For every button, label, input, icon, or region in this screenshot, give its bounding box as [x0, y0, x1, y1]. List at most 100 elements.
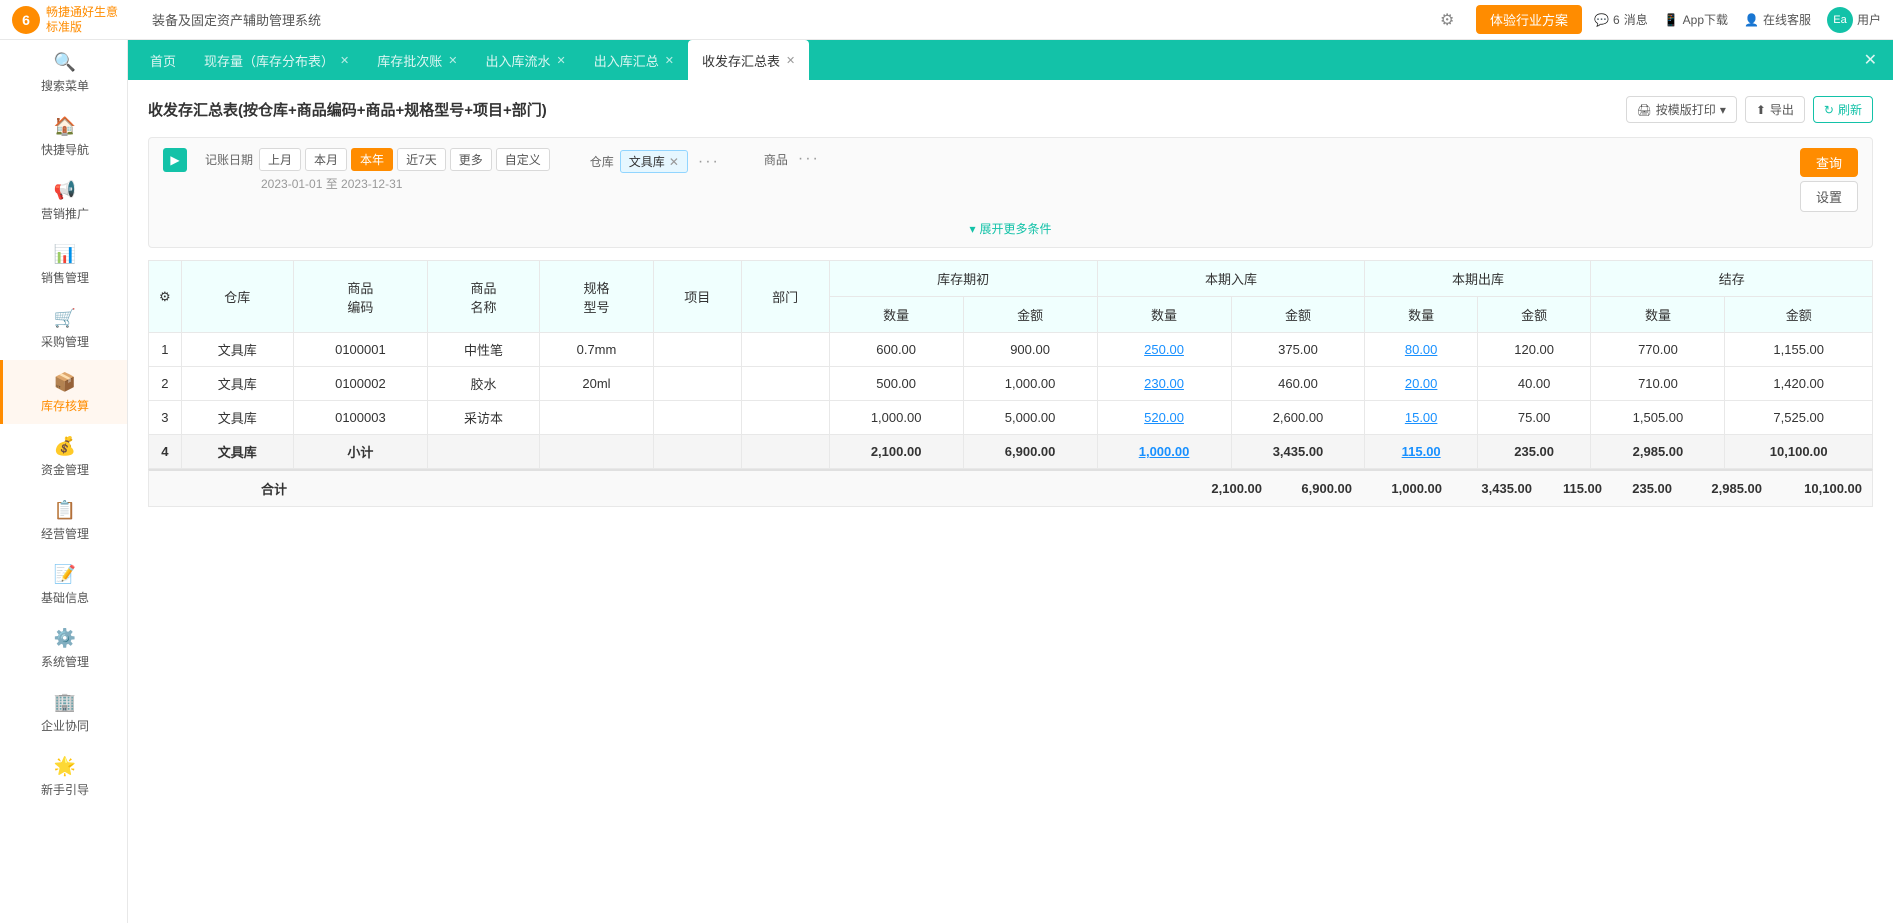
system-icon: ⚙️	[54, 628, 76, 649]
th-goods-code: 商品编码	[293, 261, 427, 333]
tab-batch-account[interactable]: 库存批次账 ✕	[363, 40, 471, 80]
tab-in-out-summary[interactable]: 出入库汇总 ✕	[580, 40, 688, 80]
th-settings[interactable]: ⚙	[149, 261, 182, 333]
th-closing-amt: 金额	[1725, 297, 1873, 333]
logo-area: 6 畅捷通好生意 标准版	[12, 5, 140, 34]
notification-button[interactable]: 💬 6 消息	[1594, 11, 1648, 28]
row3-closing-qty: 1,505.00	[1591, 401, 1725, 435]
row3-in-qty-link[interactable]: 520.00	[1144, 410, 1184, 425]
goods-filter-dots[interactable]: ···	[794, 150, 824, 168]
refresh-button[interactable]: ↻ 刷新	[1813, 96, 1873, 123]
total-in-qty: 1,000.00	[1362, 481, 1442, 496]
export-button[interactable]: ⬆ 导出	[1745, 96, 1805, 123]
warehouse-tag-remove[interactable]: ✕	[669, 155, 679, 169]
try-industry-button[interactable]: 体验行业方案	[1476, 5, 1582, 34]
data-table: ⚙ 仓库 商品编码 商品名称 规格型号 项目 部门 库存期初 本期入库 本期出库…	[148, 260, 1873, 469]
tab-close-batch-account[interactable]: ✕	[448, 54, 457, 67]
online-service-button[interactable]: 👤 在线客服	[1744, 11, 1811, 28]
th-group-opening: 库存期初	[829, 261, 1097, 297]
row1-in-qty: 250.00	[1097, 333, 1231, 367]
row3-out-qty-link[interactable]: 15.00	[1405, 410, 1438, 425]
tab-close-in-out-flow[interactable]: ✕	[557, 54, 566, 67]
total-out-qty: 115.00	[1542, 481, 1602, 496]
query-button[interactable]: 查询	[1800, 148, 1858, 177]
th-goods-spec: 规格型号	[540, 261, 654, 333]
row2-out-qty-link[interactable]: 20.00	[1405, 376, 1438, 391]
th-out-qty: 数量	[1365, 297, 1477, 333]
date-btn-more[interactable]: 更多	[450, 148, 492, 171]
th-goods-name: 商品名称	[427, 261, 539, 333]
date-range: 2023-01-01 至 2023-12-31	[205, 175, 550, 192]
tab-close-all-button[interactable]: ✕	[1856, 46, 1885, 74]
row1-goods-name: 中性笔	[427, 333, 539, 367]
sidebar-item-marketing[interactable]: 📢 营销推广	[0, 168, 127, 232]
tab-close-in-out-summary[interactable]: ✕	[665, 54, 674, 67]
refresh-icon: ↻	[1824, 103, 1834, 117]
row1-out-qty-link[interactable]: 80.00	[1405, 342, 1438, 357]
sidebar-item-operation[interactable]: 📋 经营管理	[0, 488, 127, 552]
page-title-actions: 🖨 按模版打印 ▾ ⬆ 导出 ↻ 刷新	[1626, 96, 1873, 123]
tab-close-receive-send-summary[interactable]: ✕	[786, 54, 795, 67]
print-button[interactable]: 🖨 按模版打印 ▾	[1626, 96, 1737, 123]
row2-in-qty-link[interactable]: 230.00	[1144, 376, 1184, 391]
row1-out-amt: 120.00	[1477, 333, 1591, 367]
row2-warehouse: 文具库	[181, 367, 293, 401]
total-opening-qty: 2,100.00	[1182, 481, 1262, 496]
subtotal-out-qty-link[interactable]: 115.00	[1402, 444, 1441, 459]
row1-in-amt: 375.00	[1231, 333, 1365, 367]
date-btn-custom[interactable]: 自定义	[496, 148, 550, 171]
sidebar-item-search[interactable]: 🔍 搜索菜单	[0, 40, 127, 104]
sidebar-item-basic-info[interactable]: 📝 基础信息	[0, 552, 127, 616]
date-btn-7days[interactable]: 近7天	[397, 148, 446, 171]
date-btn-this-year[interactable]: 本年	[351, 148, 393, 171]
tab-stock-dist[interactable]: 现存量（库存分布表） ✕	[190, 40, 363, 80]
tab-close-stock-dist[interactable]: ✕	[340, 54, 349, 67]
settings-icon[interactable]: ⚙	[1440, 10, 1464, 30]
sidebar: 🔍 搜索菜单 🏠 快捷导航 📢 营销推广 📊 销售管理 🛒 采购管理 📦 库存核…	[0, 40, 128, 923]
sidebar-item-sales[interactable]: 📊 销售管理	[0, 232, 127, 296]
tab-home[interactable]: 首页	[136, 40, 190, 80]
filter-expand-arrow[interactable]: ▶	[163, 148, 187, 172]
total-opening-amt: 6,900.00	[1272, 481, 1352, 496]
sidebar-item-finance[interactable]: 💰 资金管理	[0, 424, 127, 488]
row3-no: 3	[149, 401, 182, 435]
subtotal-spacer4	[741, 435, 829, 469]
chevron-down-icon: ▾	[1720, 103, 1726, 117]
table-row: 1 文具库 0100001 中性笔 0.7mm 600.00 900.00 25…	[149, 333, 1873, 367]
tab-in-out-flow[interactable]: 出入库流水 ✕	[471, 40, 579, 80]
date-btn-this-month[interactable]: 本月	[305, 148, 347, 171]
purchase-icon: 🛒	[54, 308, 76, 329]
logo-text: 畅捷通好生意 标准版	[46, 5, 118, 34]
total-out-amt: 235.00	[1612, 481, 1672, 496]
row3-opening-qty: 1,000.00	[829, 401, 963, 435]
expand-more-conditions[interactable]: ▾ 展开更多条件	[969, 220, 1051, 237]
set-button[interactable]: 设置	[1800, 181, 1858, 212]
sidebar-item-system[interactable]: ⚙️ 系统管理	[0, 616, 127, 680]
row3-goods-code: 0100003	[293, 401, 427, 435]
subtotal-no: 4	[149, 435, 182, 469]
th-opening-qty: 数量	[829, 297, 963, 333]
tab-receive-send-summary[interactable]: 收发存汇总表 ✕	[688, 40, 809, 80]
goods-label: 商品	[764, 151, 788, 168]
row1-in-qty-link[interactable]: 250.00	[1144, 342, 1184, 357]
subtotal-row: 4 文具库 小计 2,100.00 6,900.00 1,000.00 3,43…	[149, 435, 1873, 469]
row1-warehouse: 文具库	[181, 333, 293, 367]
sidebar-item-guide[interactable]: 🌟 新手引导	[0, 744, 127, 808]
search-icon: 🔍	[54, 52, 76, 73]
sidebar-item-inventory[interactable]: 📦 库存核算	[0, 360, 127, 424]
subtotal-warehouse: 文具库	[181, 435, 293, 469]
subtotal-in-qty-link[interactable]: 1,000.00	[1139, 444, 1190, 459]
row2-out-amt: 40.00	[1477, 367, 1591, 401]
row2-goods-name: 胶水	[427, 367, 539, 401]
sidebar-item-quick-nav[interactable]: 🏠 快捷导航	[0, 104, 127, 168]
row3-out-amt: 75.00	[1477, 401, 1591, 435]
user-avatar[interactable]: Ea 用户	[1827, 7, 1881, 33]
row1-project	[653, 333, 741, 367]
sidebar-item-purchase[interactable]: 🛒 采购管理	[0, 296, 127, 360]
chevron-down-icon: ▾	[969, 222, 975, 236]
warehouse-filter-dots[interactable]: ···	[694, 153, 724, 171]
sidebar-item-enterprise[interactable]: 🏢 企业协同	[0, 680, 127, 744]
app-download-button[interactable]: 📱 App下载	[1664, 11, 1728, 28]
date-buttons: 上月 本月 本年 近7天 更多 自定义	[259, 148, 550, 171]
date-btn-last-month[interactable]: 上月	[259, 148, 301, 171]
